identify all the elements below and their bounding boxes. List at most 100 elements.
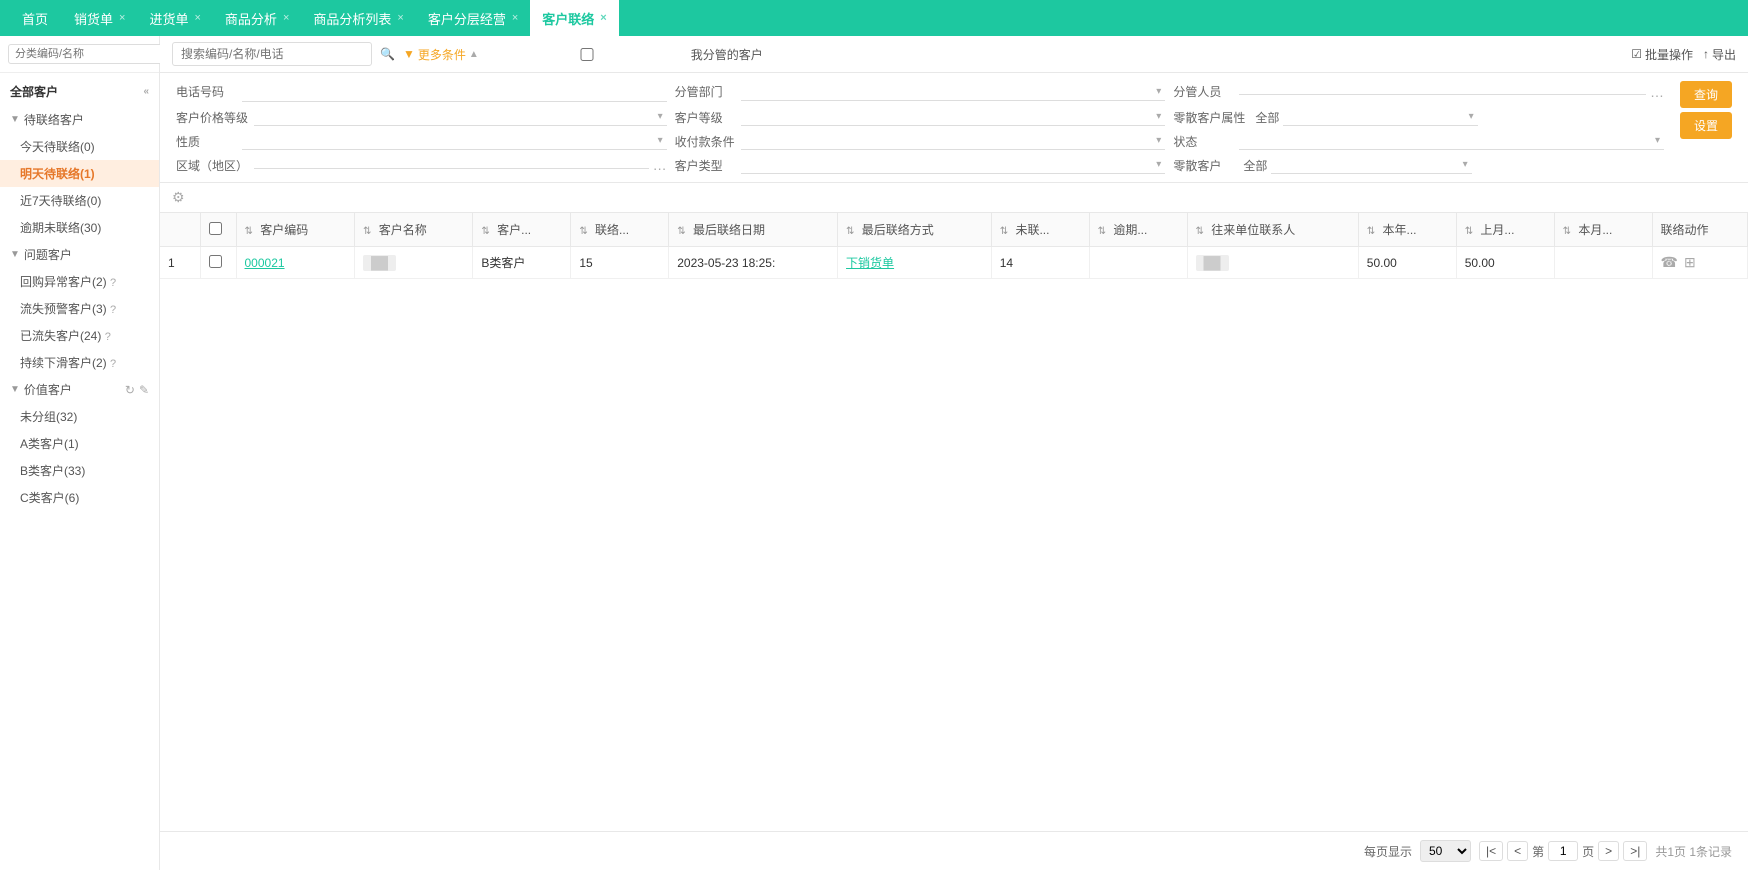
edit-icon[interactable]: ✎ <box>139 383 149 397</box>
sidebar-item-today[interactable]: 今天待联络(0) <box>0 133 159 160</box>
field-nature-label: 性质 <box>176 133 236 150</box>
field-nature-select[interactable]: ▾ <box>242 132 667 150</box>
close-tab-1-icon[interactable]: × <box>194 12 200 24</box>
field-phone-input[interactable] <box>242 81 667 102</box>
sidebar-group-value[interactable]: ▼ 价值客户 ↻ ✎ <box>0 376 159 403</box>
field-dept-select[interactable]: ▾ <box>741 83 1166 101</box>
field-status-select[interactable]: ▾ <box>1239 132 1664 150</box>
last-page-btn[interactable]: >| <box>1623 841 1647 861</box>
sidebar-item-overdue[interactable]: 逾期未联络(30) <box>0 214 159 241</box>
col-index <box>160 213 200 247</box>
cell-code[interactable]: 000021 <box>236 247 354 279</box>
sidebar-value-icons: ↻ ✎ <box>125 383 149 397</box>
cell-last-method[interactable]: 下销货单 <box>838 247 992 279</box>
close-tab-3-icon[interactable]: × <box>397 12 403 24</box>
nav-tab-1[interactable]: 进货单 × <box>137 0 212 36</box>
sidebar-search-container: 🔍 <box>0 36 159 73</box>
sidebar-item-declining[interactable]: 持续下滑客户(2) ? <box>0 349 159 376</box>
sidebar-content: 全部客户 « ▼ 待联络客户 今天待联络(0) 明天待联络(1) 近7天待联络(… <box>0 73 159 870</box>
sidebar-item-bclass[interactable]: B类客户(33) <box>0 457 159 484</box>
dots-icon-manager[interactable]: … <box>1650 84 1664 100</box>
sidebar-item-cclass[interactable]: C类客户(6) <box>0 484 159 511</box>
filter-more-btn[interactable]: ▼ 更多条件 ▲ <box>403 46 479 63</box>
sort-icon-5[interactable]: ⇅ <box>677 226 685 237</box>
main-search-input[interactable] <box>172 42 372 66</box>
sidebar-item-lostwarning[interactable]: 流失预警客户(3) ? <box>0 295 159 322</box>
chevron-down-icon-2: ▾ <box>658 111 663 122</box>
nav-tab-5[interactable]: 客户联络 × <box>530 0 618 36</box>
grid-icon[interactable]: ⊞ <box>1684 254 1696 271</box>
sort-icon-9[interactable]: ⇅ <box>1196 226 1204 237</box>
nav-tab-2[interactable]: 商品分析 × <box>213 0 301 36</box>
sidebar-search-input[interactable] <box>8 44 164 64</box>
field-price-level-select[interactable]: ▾ <box>254 108 667 126</box>
nav-tab-4[interactable]: 客户分层经营 × <box>416 0 530 36</box>
field-status-label: 状态 <box>1173 133 1233 150</box>
sidebar-item-7days[interactable]: 近7天待联络(0) <box>0 187 159 214</box>
first-page-btn[interactable]: |< <box>1479 841 1503 861</box>
page-number-input[interactable] <box>1548 841 1578 861</box>
batch-operation-btn[interactable]: ☑ 批量操作 <box>1631 46 1693 63</box>
blurred-name: ██ <box>363 255 396 271</box>
nav-home[interactable]: 首页 <box>8 0 62 36</box>
sort-icon-2[interactable]: ⇅ <box>363 226 371 237</box>
field-payment-select[interactable]: ▾ <box>741 132 1166 150</box>
my-customers-filter[interactable]: 我分管的客户 <box>487 46 763 63</box>
prev-page-btn[interactable]: < <box>1507 841 1528 861</box>
cell-last-date: 2023-05-23 18:25: <box>669 247 838 279</box>
refresh-icon[interactable]: ↻ <box>125 383 135 397</box>
customer-table: ⇅ 客户编码 ⇅ 客户名称 ⇅ 客户... ⇅ <box>160 213 1748 279</box>
sort-icon-11[interactable]: ⇅ <box>1465 226 1473 237</box>
sidebar-all-customers[interactable]: 全部客户 « <box>0 77 159 106</box>
field-cust-level-select[interactable]: ▾ <box>741 108 1166 126</box>
export-btn[interactable]: ↑ 导出 <box>1703 46 1736 63</box>
table-settings-icon[interactable]: ⚙ <box>172 189 185 206</box>
field-retail-select[interactable]: ▾ <box>1271 156 1471 174</box>
sidebar-item-lost[interactable]: 已流失客户(24) ? <box>0 322 159 349</box>
my-customers-checkbox[interactable] <box>487 48 687 61</box>
sidebar-item-ungroup[interactable]: 未分组(32) <box>0 403 159 430</box>
settings-button[interactable]: 设置 <box>1680 112 1732 139</box>
page-size-select[interactable]: 50 100 200 <box>1420 840 1471 862</box>
query-button[interactable]: 查询 <box>1680 81 1732 108</box>
main-layout: 🔍 全部客户 « ▼ 待联络客户 今天待联络(0) 明天待联络(1) 近7天待联… <box>0 36 1748 870</box>
next-page-btn[interactable]: > <box>1598 841 1619 861</box>
sort-icon-6[interactable]: ⇅ <box>846 226 854 237</box>
select-all-checkbox[interactable] <box>209 222 222 235</box>
sort-icon[interactable]: ⇅ <box>245 226 253 237</box>
close-tab-0-icon[interactable]: × <box>119 12 125 24</box>
field-cust-type-select[interactable]: ▾ <box>741 156 1166 174</box>
sort-icon-8[interactable]: ⇅ <box>1098 226 1106 237</box>
sidebar-item-abnormal[interactable]: 回购异常客户(2) ? <box>0 268 159 295</box>
sort-icon-7[interactable]: ⇅ <box>1000 226 1008 237</box>
field-phone: 电话号码 <box>176 81 667 102</box>
cell-unit-contact: ██ <box>1187 247 1358 279</box>
close-tab-4-icon[interactable]: × <box>512 12 518 24</box>
sort-icon-4[interactable]: ⇅ <box>579 226 587 237</box>
sort-icon-10[interactable]: ⇅ <box>1367 226 1375 237</box>
close-tab-5-icon[interactable]: × <box>600 12 606 24</box>
adv-filter-row-3: 性质 ▾ 收付款条件 ▾ <box>176 132 1664 150</box>
field-cust-level-label: 客户等级 <box>675 109 735 126</box>
col-unit-contact: ⇅ 往来单位联系人 <box>1187 213 1358 247</box>
nav-tab-3[interactable]: 商品分析列表 × <box>301 0 415 36</box>
field-price-level: 客户价格等级 ▾ <box>176 108 667 126</box>
adv-actions: 查询 设置 <box>1680 81 1732 174</box>
dots-icon-region[interactable]: … <box>653 157 667 173</box>
field-status: 状态 ▾ <box>1173 132 1664 150</box>
close-tab-2-icon[interactable]: × <box>283 12 289 24</box>
contact-icon[interactable]: ☎ <box>1661 254 1678 271</box>
sidebar-group-problem[interactable]: ▼ 问题客户 <box>0 241 159 268</box>
sort-icon-12[interactable]: ⇅ <box>1563 226 1571 237</box>
nav-tab-0[interactable]: 销货单 × <box>62 0 137 36</box>
sidebar-group-pending[interactable]: ▼ 待联络客户 <box>0 106 159 133</box>
sidebar-item-tomorrow[interactable]: 明天待联络(1) <box>0 160 159 187</box>
main-search-icon[interactable]: 🔍 <box>380 47 395 61</box>
field-retail-attr-select[interactable]: ▾ <box>1283 108 1477 126</box>
field-retail: 零散客户 全部 ▾ <box>1173 156 1664 174</box>
cell-index: 1 <box>160 247 200 279</box>
sort-icon-3[interactable]: ⇅ <box>481 226 489 237</box>
row-checkbox[interactable] <box>209 255 222 268</box>
chevron-down-icon-3: ▾ <box>1156 111 1161 122</box>
sidebar-item-aclass[interactable]: A类客户(1) <box>0 430 159 457</box>
